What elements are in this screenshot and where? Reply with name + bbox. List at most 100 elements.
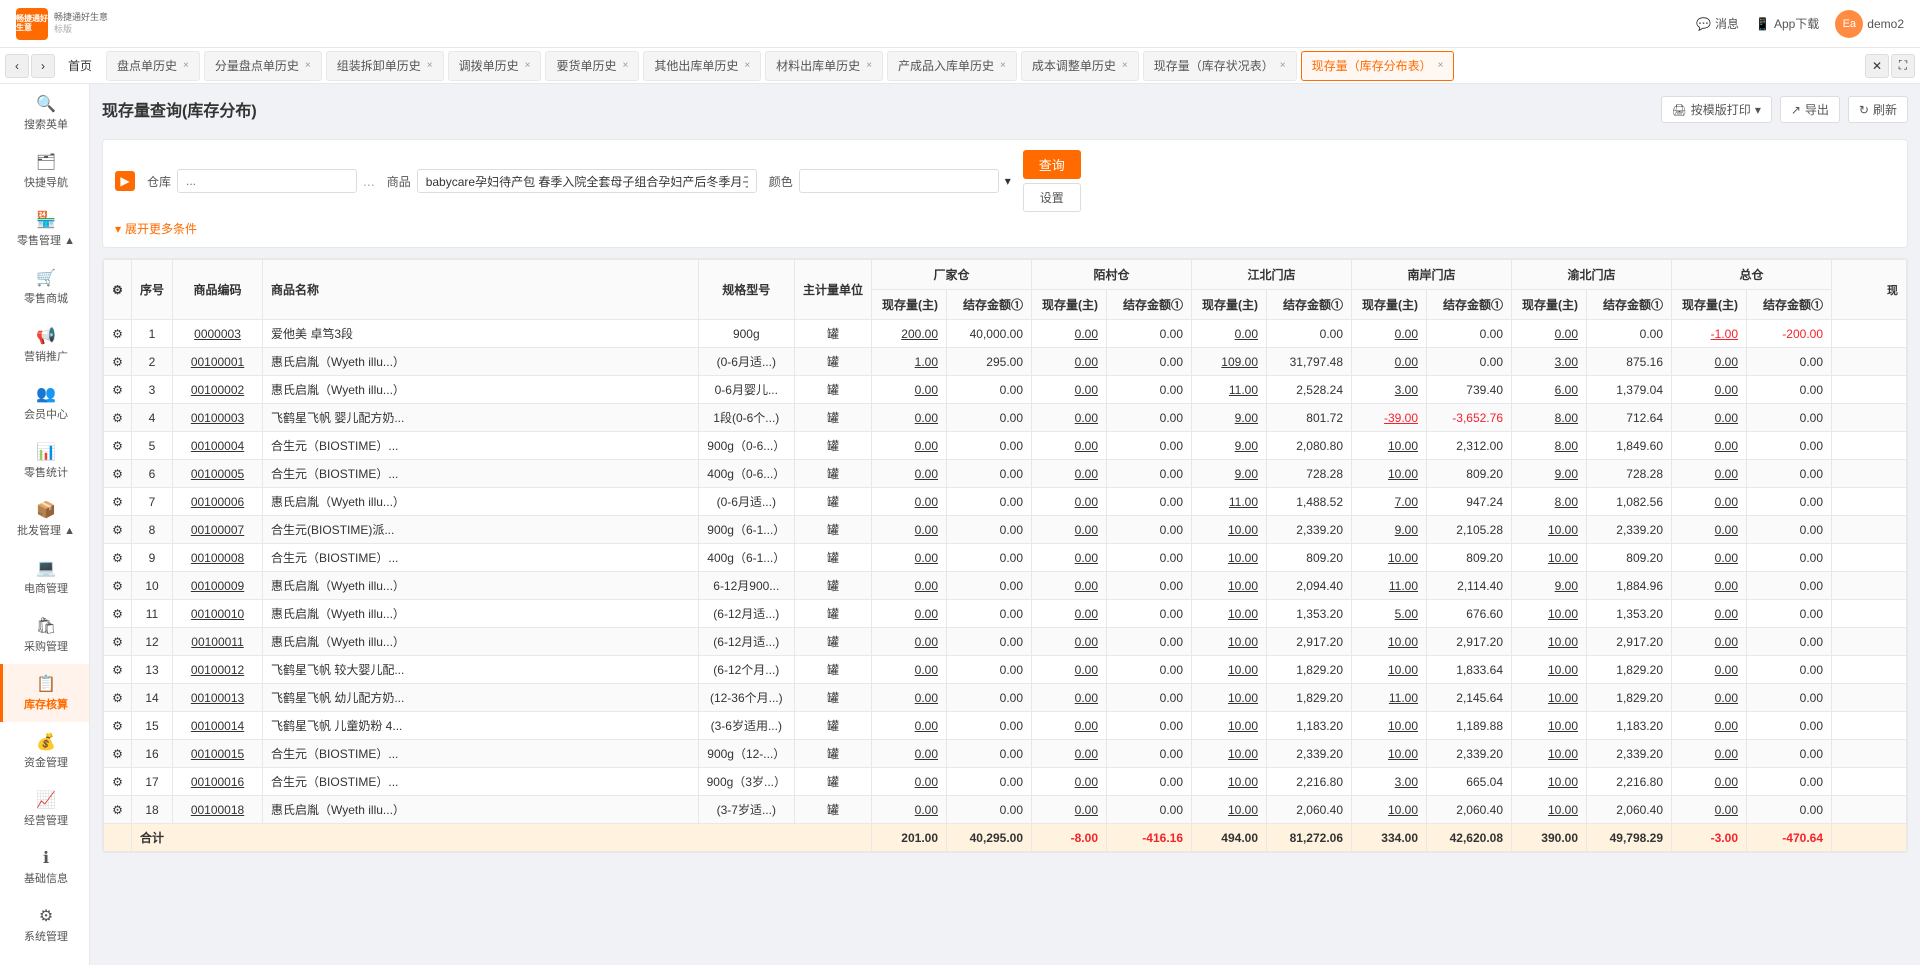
td-changjiaCun-qty[interactable]: 0.00 — [872, 768, 947, 796]
td-settings[interactable]: ⚙ — [104, 768, 132, 796]
td-yubei-qty[interactable]: 10.00 — [1512, 684, 1587, 712]
tab-4[interactable]: 调拨单历史× — [448, 51, 542, 81]
td-zongcang-qty[interactable]: 0.00 — [1672, 656, 1747, 684]
td-nanan-qty[interactable]: 10.00 — [1352, 628, 1427, 656]
export-btn[interactable]: ↗ 导出 — [1780, 96, 1840, 123]
td-zongcang-qty[interactable]: 0.00 — [1672, 488, 1747, 516]
tab-prev-btn[interactable]: ‹ — [5, 54, 29, 78]
td-zongcang-qty[interactable]: 0.00 — [1672, 600, 1747, 628]
td-code[interactable]: 00100018 — [173, 796, 263, 824]
td-yubei-qty[interactable]: 0.00 — [1512, 320, 1587, 348]
td-changjiaCun-qty[interactable]: 0.00 — [872, 432, 947, 460]
td-jiangbei-qty[interactable]: 9.00 — [1192, 432, 1267, 460]
td-code[interactable]: 00100010 — [173, 600, 263, 628]
td-nanan-qty[interactable]: 11.00 — [1352, 572, 1427, 600]
td-nanan-qty[interactable]: 10.00 — [1352, 740, 1427, 768]
td-mucun-qty[interactable]: 0.00 — [1032, 628, 1107, 656]
message-btn[interactable]: 💬 消息 — [1696, 15, 1739, 32]
td-nanan-qty[interactable]: 0.00 — [1352, 348, 1427, 376]
td-yubei-qty[interactable]: 9.00 — [1512, 572, 1587, 600]
sidebar-item-11[interactable]: 💰资金管理 — [0, 722, 89, 780]
td-zongcang-qty[interactable]: 0.00 — [1672, 376, 1747, 404]
td-mucun-qty[interactable]: 0.00 — [1032, 768, 1107, 796]
td-settings[interactable]: ⚙ — [104, 740, 132, 768]
td-code[interactable]: 00100001 — [173, 348, 263, 376]
tab-3[interactable]: 组装拆卸单历史× — [326, 51, 444, 81]
td-settings[interactable]: ⚙ — [104, 320, 132, 348]
td-nanan-qty[interactable]: 10.00 — [1352, 432, 1427, 460]
td-mucun-qty[interactable]: 0.00 — [1032, 348, 1107, 376]
td-settings[interactable]: ⚙ — [104, 600, 132, 628]
sidebar-item-0[interactable]: 🔍搜索英单 — [0, 84, 89, 142]
sidebar-item-1[interactable]: 🗂快捷导航 — [0, 142, 89, 200]
td-code[interactable]: 00100003 — [173, 404, 263, 432]
td-settings[interactable]: ⚙ — [104, 516, 132, 544]
goods-input[interactable] — [417, 169, 757, 193]
td-settings[interactable]: ⚙ — [104, 628, 132, 656]
td-settings[interactable]: ⚙ — [104, 712, 132, 740]
td-zongcang-qty[interactable]: -1.00 — [1672, 320, 1747, 348]
td-zongcang-qty[interactable]: 0.00 — [1672, 572, 1747, 600]
td-nanan-qty[interactable]: 11.00 — [1352, 684, 1427, 712]
td-code[interactable]: 0000003 — [173, 320, 263, 348]
td-nanan-qty[interactable]: 9.00 — [1352, 516, 1427, 544]
sidebar-item-5[interactable]: 👥会员中心 — [0, 374, 89, 432]
td-nanan-qty[interactable]: 0.00 — [1352, 320, 1427, 348]
td-mucun-qty[interactable]: 0.00 — [1032, 740, 1107, 768]
td-code[interactable]: 00100005 — [173, 460, 263, 488]
td-settings[interactable]: ⚙ — [104, 544, 132, 572]
td-yubei-qty[interactable]: 10.00 — [1512, 712, 1587, 740]
color-input[interactable] — [799, 169, 999, 193]
td-jiangbei-qty[interactable]: 11.00 — [1192, 488, 1267, 516]
td-zongcang-qty[interactable]: 0.00 — [1672, 768, 1747, 796]
tab-10[interactable]: 现存量（库存状况表）× — [1143, 51, 1297, 81]
tab-close-11[interactable]: × — [1438, 60, 1444, 71]
td-nanan-qty[interactable]: 10.00 — [1352, 544, 1427, 572]
td-zongcang-qty[interactable]: 0.00 — [1672, 684, 1747, 712]
tab-0[interactable]: 首页 — [58, 51, 102, 81]
td-mucun-qty[interactable]: 0.00 — [1032, 572, 1107, 600]
td-changjiaCun-qty[interactable]: 0.00 — [872, 712, 947, 740]
td-yubei-qty[interactable]: 10.00 — [1512, 796, 1587, 824]
td-jiangbei-qty[interactable]: 10.00 — [1192, 600, 1267, 628]
tab-close-10[interactable]: × — [1280, 60, 1286, 71]
td-changjiaCun-qty[interactable]: 0.00 — [872, 516, 947, 544]
td-settings[interactable]: ⚙ — [104, 656, 132, 684]
td-yubei-qty[interactable]: 3.00 — [1512, 348, 1587, 376]
td-nanan-qty[interactable]: 10.00 — [1352, 796, 1427, 824]
td-jiangbei-qty[interactable]: 10.00 — [1192, 628, 1267, 656]
expand-more-btn[interactable]: ▾ 展开更多条件 — [115, 220, 197, 237]
sidebar-item-13[interactable]: ℹ基础信息 — [0, 838, 89, 896]
td-jiangbei-qty[interactable]: 9.00 — [1192, 404, 1267, 432]
td-changjiaCun-qty[interactable]: 0.00 — [872, 628, 947, 656]
td-nanan-qty[interactable]: 3.00 — [1352, 768, 1427, 796]
td-jiangbei-qty[interactable]: 9.00 — [1192, 460, 1267, 488]
app-download-btn[interactable]: 📱 App下载 — [1755, 15, 1819, 32]
td-code[interactable]: 00100012 — [173, 656, 263, 684]
td-yubei-qty[interactable]: 8.00 — [1512, 488, 1587, 516]
td-code[interactable]: 00100006 — [173, 488, 263, 516]
td-changjiaCun-qty[interactable]: 0.00 — [872, 600, 947, 628]
tab-close-2[interactable]: × — [305, 60, 311, 71]
tab-2[interactable]: 分量盘点单历史× — [204, 51, 322, 81]
td-zongcang-qty[interactable]: 0.00 — [1672, 432, 1747, 460]
td-settings[interactable]: ⚙ — [104, 460, 132, 488]
tab-close-1[interactable]: × — [183, 60, 189, 71]
td-code[interactable]: 00100009 — [173, 572, 263, 600]
td-code[interactable]: 00100004 — [173, 432, 263, 460]
td-mucun-qty[interactable]: 0.00 — [1032, 320, 1107, 348]
td-nanan-qty[interactable]: 3.00 — [1352, 376, 1427, 404]
expand-toggle-btn[interactable]: ▶ — [115, 171, 135, 191]
td-zongcang-qty[interactable]: 0.00 — [1672, 712, 1747, 740]
td-settings[interactable]: ⚙ — [104, 796, 132, 824]
tab-5[interactable]: 要货单历史× — [545, 51, 639, 81]
td-nanan-qty[interactable]: 10.00 — [1352, 712, 1427, 740]
td-nanan-qty[interactable]: 10.00 — [1352, 656, 1427, 684]
td-nanan-qty[interactable]: 7.00 — [1352, 488, 1427, 516]
td-changjiaCun-qty[interactable]: 0.00 — [872, 488, 947, 516]
td-mucun-qty[interactable]: 0.00 — [1032, 712, 1107, 740]
td-settings[interactable]: ⚙ — [104, 404, 132, 432]
tab-9[interactable]: 成本调整单历史× — [1021, 51, 1139, 81]
sidebar-item-12[interactable]: 📈经营管理 — [0, 780, 89, 838]
td-yubei-qty[interactable]: 10.00 — [1512, 544, 1587, 572]
